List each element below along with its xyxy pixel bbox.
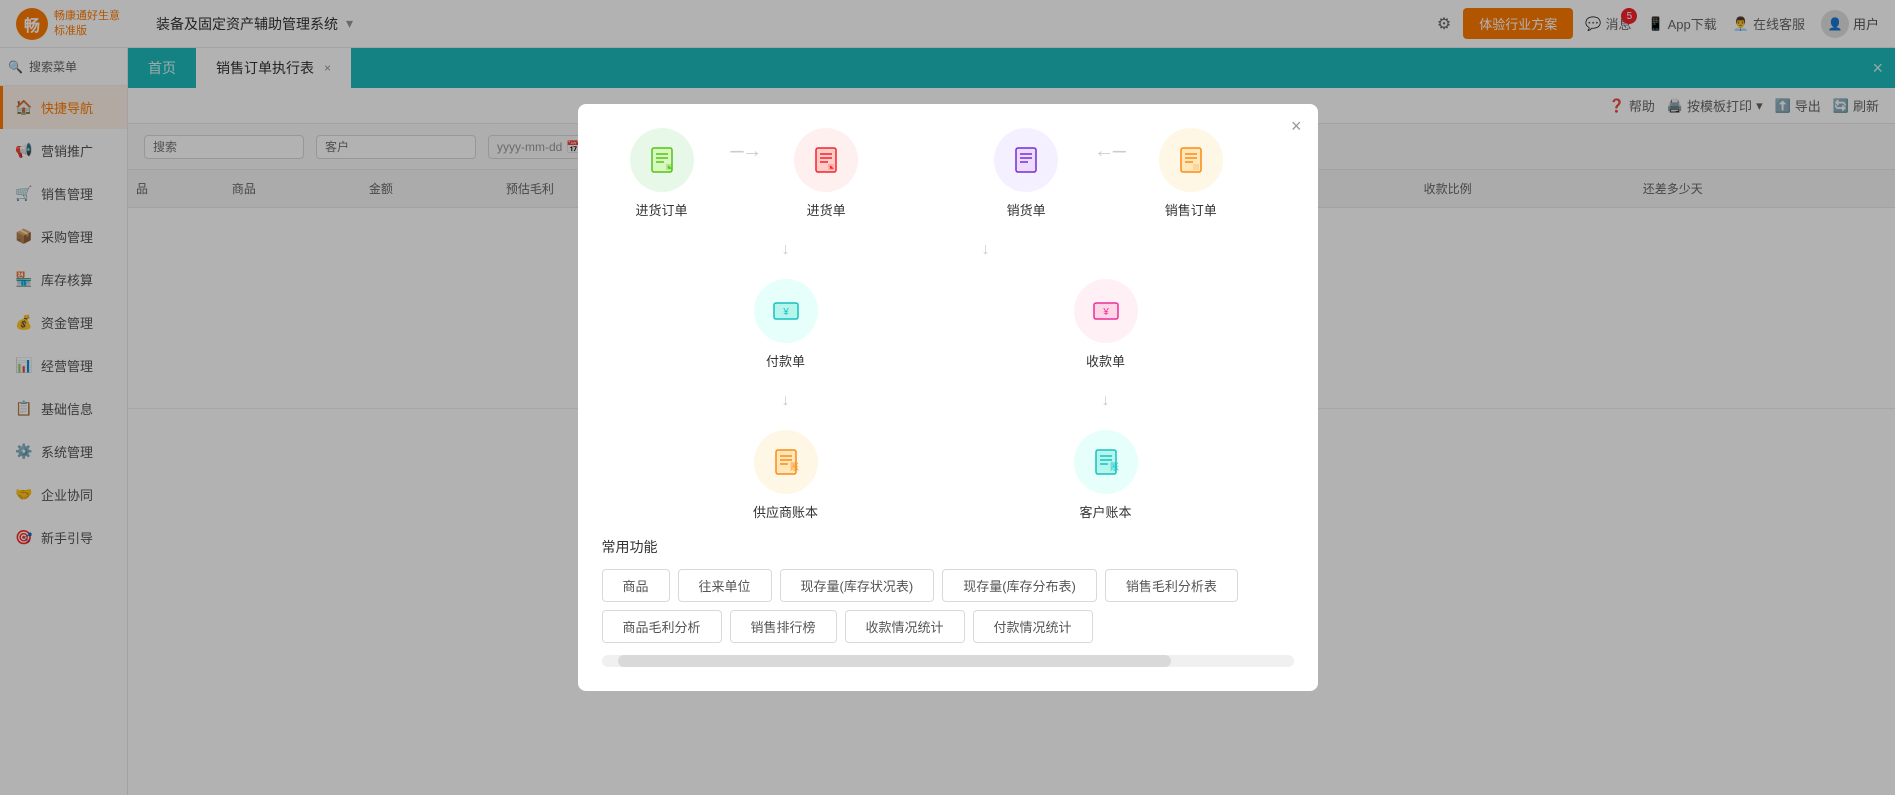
common-func-section: 常用功能 商品 往来单位 现存量(库存状况表) 现存量(库存分布表) 销售毛利分…	[602, 537, 1294, 643]
func-buttons: 商品 往来单位 现存量(库存状况表) 现存量(库存分布表) 销售毛利分析表 商品…	[602, 569, 1294, 643]
flow-row-5: 账 供应商账本 账	[602, 430, 1294, 521]
flow-row-3: ¥ 付款单 ¥ 收款单	[602, 279, 1294, 370]
sales-bill-icon	[994, 128, 1058, 192]
sales-order-icon	[1159, 128, 1223, 192]
customer-ledger-icon: 账	[1074, 430, 1138, 494]
purchase-order-icon	[630, 128, 694, 192]
flow-sales-order[interactable]: 销售订单	[1131, 128, 1251, 219]
flow-row-1: 进货订单 - - - →	[602, 128, 1294, 219]
func-btn-partner[interactable]: 往来单位	[678, 569, 772, 602]
func-btn-product[interactable]: 商品	[602, 569, 670, 602]
modal-close-btn[interactable]: ×	[1291, 116, 1302, 137]
payment-bill-label: 付款单	[766, 351, 805, 370]
purchase-order-label: 进货订单	[635, 200, 687, 219]
modal-overlay[interactable]: × 进货订单	[0, 0, 1895, 795]
purchase-bill-icon	[794, 128, 858, 192]
func-btn-receipt-stats[interactable]: 收款情况统计	[845, 610, 965, 643]
common-func-title: 常用功能	[602, 537, 1294, 557]
modal-box: × 进货订单	[578, 104, 1318, 691]
func-btn-inventory-status[interactable]: 现存量(库存状况表)	[780, 569, 935, 602]
flow-purchase-order[interactable]: 进货订单	[602, 128, 722, 219]
flow-row-4: ↓ ↓	[602, 390, 1294, 410]
down-arrow-sales: ↓	[982, 241, 990, 259]
receipt-bill-label: 收款单	[1086, 351, 1125, 370]
receipt-bill-icon: ¥	[1074, 279, 1138, 343]
flow-payment-bill[interactable]: ¥ 付款单	[726, 279, 846, 370]
flow-row-2: ↓ ↓	[602, 239, 1294, 259]
func-btn-sales-profit[interactable]: 销售毛利分析表	[1105, 569, 1238, 602]
supplier-ledger-label: 供应商账本	[753, 502, 818, 521]
func-btn-product-profit[interactable]: 商品毛利分析	[602, 610, 722, 643]
flow-section: 进货订单 - - - →	[602, 128, 1294, 521]
supplier-ledger-icon: 账	[754, 430, 818, 494]
flow-purchase-bill[interactable]: 进货单	[766, 128, 886, 219]
svg-text:¥: ¥	[782, 307, 789, 318]
payment-bill-icon: ¥	[754, 279, 818, 343]
down-arrow-payment: ↓	[782, 392, 790, 410]
func-btn-payment-stats[interactable]: 付款情况统计	[973, 610, 1093, 643]
arrow-1: - - - →	[722, 140, 767, 183]
svg-text:¥: ¥	[1102, 307, 1109, 318]
svg-text:账: 账	[790, 462, 799, 472]
flow-sales-bill[interactable]: 销货单	[966, 128, 1086, 219]
flow-customer-ledger[interactable]: 账 客户账本	[1046, 430, 1166, 521]
arrow-2: ← - - -	[1086, 140, 1131, 183]
down-arrow-receipt: ↓	[1102, 392, 1110, 410]
svg-text:账: 账	[1110, 462, 1119, 472]
modal-scrollbar[interactable]	[602, 655, 1294, 667]
modal-scrollbar-thumb	[618, 655, 1172, 667]
sales-order-label: 销售订单	[1165, 200, 1217, 219]
customer-ledger-label: 客户账本	[1079, 502, 1131, 521]
flow-supplier-ledger[interactable]: 账 供应商账本	[726, 430, 846, 521]
func-btn-sales-rank[interactable]: 销售排行榜	[730, 610, 837, 643]
sales-bill-label: 销货单	[1007, 200, 1046, 219]
down-arrow-purchase: ↓	[782, 241, 790, 259]
purchase-bill-label: 进货单	[807, 200, 846, 219]
func-btn-inventory-dist[interactable]: 现存量(库存分布表)	[942, 569, 1097, 602]
flow-receipt-bill[interactable]: ¥ 收款单	[1046, 279, 1166, 370]
